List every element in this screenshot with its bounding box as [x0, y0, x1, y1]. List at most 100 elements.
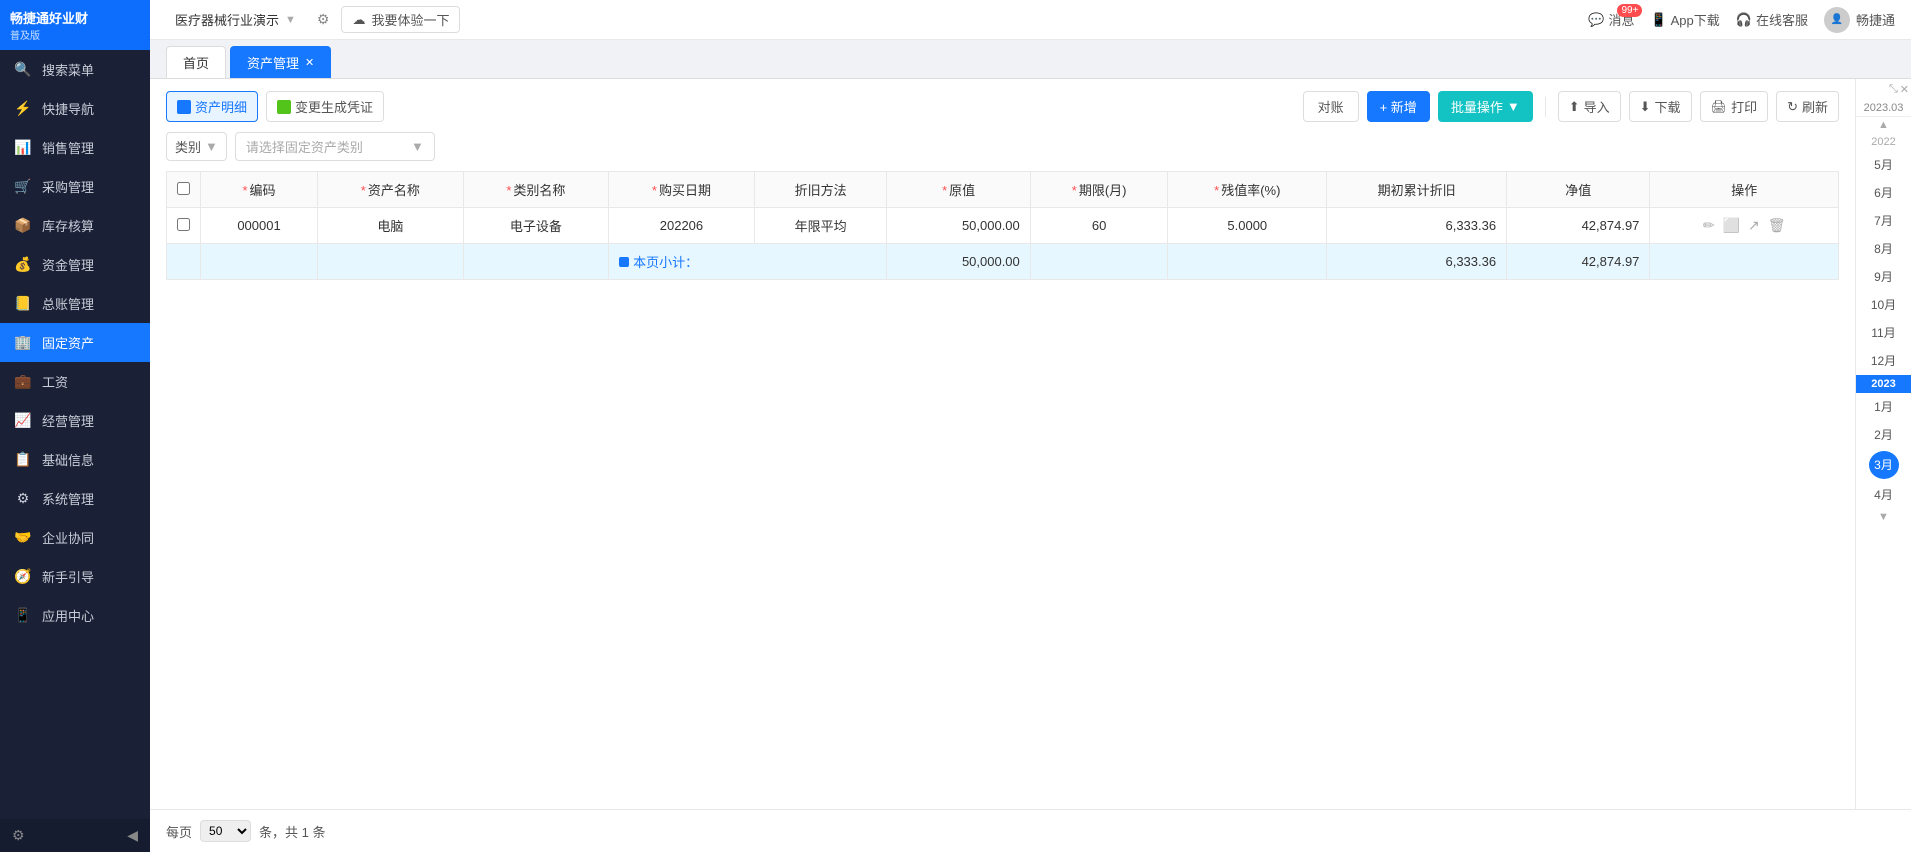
sidebar-item-enterprise[interactable]: 🤝 企业协同	[0, 518, 150, 557]
subtab-asset-detail[interactable]: 资产明细	[166, 91, 258, 122]
content-area: 资产明细 变更生成凭证 对账 + 新增 批量操作 ▼ ⬆ 导入	[150, 79, 1911, 809]
sidebar-item-purchase[interactable]: 🛒 采购管理	[0, 167, 150, 206]
app-download-btn[interactable]: 📱 App下载	[1650, 10, 1719, 29]
inventory-icon: 📦	[14, 217, 32, 234]
sidebar-item-fixed-assets[interactable]: 🏢 固定资产	[0, 323, 150, 362]
month-2023-4[interactable]: 4月	[1856, 481, 1911, 509]
subtotal-empty-1	[167, 244, 201, 280]
username: 畅捷通	[1856, 10, 1895, 29]
tab-asset-mgmt[interactable]: 资产管理 ✕	[230, 46, 331, 78]
quick-nav-icon: ⚡	[14, 100, 32, 117]
sidebar-item-basic-info[interactable]: 📋 基础信息	[0, 440, 150, 479]
month-2023-1[interactable]: 1月	[1856, 393, 1911, 421]
subtab-change-voucher[interactable]: 变更生成凭证	[266, 91, 384, 122]
sidebar-item-guide[interactable]: 🧭 新手引导	[0, 557, 150, 596]
cell-name: 电脑	[318, 208, 464, 244]
download-btn[interactable]: ⬇ 下载	[1629, 91, 1692, 122]
cell-purchase-date: 202206	[609, 208, 755, 244]
cell-original-value: 50,000.00	[887, 208, 1030, 244]
batch-btn[interactable]: 批量操作 ▼	[1438, 91, 1533, 122]
scroll-up-btn[interactable]: ▲	[1856, 117, 1911, 133]
sidebar-item-inventory[interactable]: 📦 库存核算	[0, 206, 150, 245]
th-residual-rate: *残值率(%)	[1168, 172, 1327, 208]
delete-icon[interactable]: 🗑	[1768, 217, 1786, 234]
message-btn[interactable]: 💬 消息 99+	[1588, 10, 1634, 29]
th-original-value: *原值	[887, 172, 1030, 208]
month-2023-2[interactable]: 2月	[1856, 421, 1911, 449]
subtotal-empty-2	[201, 244, 318, 280]
sidebar-item-system[interactable]: ⚙ 系统管理	[0, 479, 150, 518]
month-2022-7[interactable]: 7月	[1856, 207, 1911, 235]
panel-expand-icon[interactable]: ⤡	[1889, 83, 1898, 96]
online-service-btn[interactable]: 🎧 在线客服	[1736, 10, 1808, 29]
scroll-down-btn[interactable]: ▼	[1856, 509, 1911, 525]
reconcile-btn[interactable]: 对账	[1303, 91, 1359, 122]
refresh-btn[interactable]: ↻ 刷新	[1776, 91, 1839, 122]
th-name: *资产名称	[318, 172, 464, 208]
per-page-select[interactable]: 50 10 20 100	[200, 820, 251, 842]
panel-close-icon[interactable]: ✕	[1900, 83, 1909, 96]
sidebar-item-fund[interactable]: 💰 资金管理	[0, 245, 150, 284]
message-badge: 99+	[1617, 4, 1642, 17]
payroll-icon: 💼	[14, 373, 32, 390]
sidebar-nav: 🔍 搜索菜单 ⚡ 快捷导航 📊 销售管理 🛒 采购管理 📦 库存核算 💰 资金管…	[0, 50, 150, 819]
month-2022-12[interactable]: 12月	[1856, 347, 1911, 375]
gear-icon[interactable]: ⚙	[317, 11, 330, 28]
sidebar-logo-sub: 普及版	[10, 27, 88, 42]
sidebar-item-search[interactable]: 🔍 搜索菜单	[0, 50, 150, 89]
import-btn[interactable]: ⬆ 导入	[1558, 91, 1621, 122]
company-selector[interactable]: 医疗器械行业演示 ▼	[166, 6, 305, 33]
category-dropdown[interactable]: 请选择固定资产类别 ▼	[235, 132, 435, 161]
main-content: 资产明细 变更生成凭证 对账 + 新增 批量操作 ▼ ⬆ 导入	[150, 79, 1855, 809]
export-icon[interactable]: ↗	[1748, 217, 1760, 234]
sidebar-bottom: ⚙ ◀	[0, 819, 150, 852]
year-2023-label: 2023	[1856, 375, 1911, 393]
subtotal-accumulated: 6,333.36	[1327, 244, 1507, 280]
enterprise-icon: 🤝	[14, 529, 32, 546]
month-2022-11[interactable]: 11月	[1856, 319, 1911, 347]
sidebar-item-sales[interactable]: 📊 销售管理	[0, 128, 150, 167]
sidebar-item-quick-nav[interactable]: ⚡ 快捷导航	[0, 89, 150, 128]
month-2022-5[interactable]: 5月	[1856, 151, 1911, 179]
import-icon: ⬆	[1569, 99, 1580, 115]
subtotal-row: 本页小计： 50,000.00 6,333.36 42,874.97	[167, 244, 1839, 280]
row-checkbox[interactable]	[177, 218, 190, 231]
experience-btn[interactable]: ☁ 我要体验一下	[341, 6, 460, 33]
copy-icon[interactable]: ⬜	[1723, 217, 1740, 234]
business-icon: 📈	[14, 412, 32, 429]
system-icon: ⚙	[14, 490, 32, 507]
th-depreciation-method: 折旧方法	[754, 172, 887, 208]
toolbar-separator	[1545, 97, 1546, 117]
edit-icon[interactable]: ✏	[1703, 217, 1715, 234]
tab-close-btn[interactable]: ✕	[305, 56, 314, 69]
message-icon: 💬	[1588, 12, 1604, 28]
tab-home[interactable]: 首页	[166, 46, 226, 78]
sidebar-collapse-btn[interactable]: ◀	[127, 827, 138, 844]
select-all-checkbox[interactable]	[177, 182, 190, 195]
current-period-display: 2023.03	[1856, 100, 1911, 117]
user-menu[interactable]: 👤 畅捷通	[1824, 7, 1895, 33]
toolbar: 资产明细 变更生成凭证 对账 + 新增 批量操作 ▼ ⬆ 导入	[166, 91, 1839, 122]
filter-dropdown-arrow: ▼	[205, 139, 218, 154]
subtotal-empty-4	[463, 244, 609, 280]
month-2023-3[interactable]: 3月	[1869, 451, 1899, 479]
subtotal-empty-6	[1168, 244, 1327, 280]
refresh-icon: ↻	[1787, 99, 1798, 115]
new-btn[interactable]: + 新增	[1367, 91, 1430, 122]
category-select[interactable]: 类别 ▼	[166, 132, 227, 161]
subtotal-original-value: 50,000.00	[887, 244, 1030, 280]
month-2022-6[interactable]: 6月	[1856, 179, 1911, 207]
download-icon: ⬇	[1640, 99, 1651, 115]
month-2022-10[interactable]: 10月	[1856, 291, 1911, 319]
sidebar-item-business[interactable]: 📈 经营管理	[0, 401, 150, 440]
sidebar-item-general-ledger[interactable]: 📒 总账管理	[0, 284, 150, 323]
sidebar-item-payroll[interactable]: 💼 工资	[0, 362, 150, 401]
row-checkbox-cell	[167, 208, 201, 244]
table-container: *编码 *资产名称 *类别名称 *购买日期 折旧方法 *原值 *期限(月) *残…	[166, 171, 1839, 280]
month-2022-9[interactable]: 9月	[1856, 263, 1911, 291]
print-btn[interactable]: 🖨 打印	[1700, 91, 1769, 122]
month-2022-8[interactable]: 8月	[1856, 235, 1911, 263]
sidebar-settings-btn[interactable]: ⚙	[12, 827, 25, 844]
sidebar-item-app-center[interactable]: 📱 应用中心	[0, 596, 150, 635]
cloud-icon: ☁	[352, 12, 365, 28]
